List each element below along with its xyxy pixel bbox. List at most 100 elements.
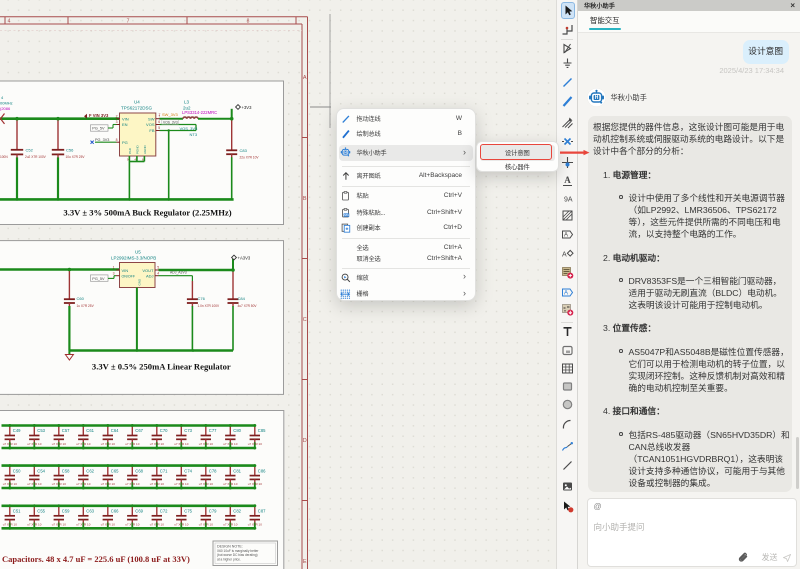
svg-text:at a higher price.: at a higher price.	[217, 557, 241, 561]
svg-text:C74: C74	[184, 468, 192, 473]
svg-text:u7 X7R 10: u7 X7R 10	[199, 482, 214, 486]
svg-text:u7 X7R 10: u7 X7R 10	[199, 442, 214, 446]
svg-text:C84: C84	[238, 296, 246, 301]
svg-text:U4: U4	[134, 100, 140, 105]
svg-text:C50: C50	[13, 468, 21, 473]
svg-text:u7 X7R 10: u7 X7R 10	[101, 523, 116, 527]
svg-text:E: E	[303, 559, 307, 565]
svg-text:C62: C62	[86, 468, 94, 473]
svg-text:u7 X7R 10: u7 X7R 10	[76, 482, 91, 486]
svg-text:1.0n X7R 100V: 1.0n X7R 100V	[198, 304, 220, 308]
svg-text:A: A	[303, 75, 307, 81]
svg-text:6: 6	[158, 120, 160, 124]
svg-text:u7 X7R 10: u7 X7R 10	[101, 442, 116, 446]
svg-text:u7 X7R 10: u7 X7R 10	[223, 523, 238, 527]
svg-text:VOUT: VOUT	[142, 268, 154, 273]
svg-text:C67: C67	[135, 428, 143, 433]
svg-text:u7 X7R 10: u7 X7R 10	[174, 442, 189, 446]
svg-text:EN: EN	[122, 122, 128, 127]
svg-text:C81: C81	[233, 468, 241, 473]
svg-text:GND: GND	[138, 278, 142, 286]
svg-text:3: 3	[116, 120, 118, 124]
svg-text:AGND: AGND	[143, 144, 147, 154]
svg-text:C76: C76	[198, 296, 206, 301]
svg-text:NT3: NT3	[190, 132, 198, 137]
svg-text:u7 X7R 10: u7 X7R 10	[223, 482, 238, 486]
svg-text:SW_3V3: SW_3V3	[162, 112, 179, 117]
svg-text:VIN: VIN	[122, 116, 129, 121]
svg-text:u7 X7R 10: u7 X7R 10	[52, 442, 67, 446]
svg-text:C61: C61	[86, 428, 94, 433]
svg-text:A: A	[564, 175, 571, 185]
svg-text:C79: C79	[209, 509, 217, 514]
svg-text:A: A	[564, 290, 568, 296]
svg-text:C66: C66	[111, 509, 119, 514]
svg-text:D: D	[303, 438, 307, 444]
svg-text:A: A	[564, 233, 568, 239]
svg-text:VOS_3V3: VOS_3V3	[163, 120, 178, 124]
svg-text:C57: C57	[62, 428, 70, 433]
svg-text:8: 8	[116, 138, 118, 142]
svg-text:u7 X7R 10: u7 X7R 10	[76, 442, 91, 446]
svg-text:TPS62172DSG: TPS62172DSG	[121, 106, 153, 111]
svg-text:1u X7R 25V: 1u X7R 25V	[77, 304, 95, 308]
svg-text:B: B	[303, 196, 307, 202]
svg-text:u7 X7R 10: u7 X7R 10	[174, 482, 189, 486]
svg-text:Capacitors. 48 x 4.7 uF = 225.: Capacitors. 48 x 4.7 uF = 225.6 uF (100.…	[2, 554, 190, 564]
svg-text:3: 3	[113, 271, 115, 275]
svg-text:PAD: PAD	[128, 147, 132, 154]
svg-text:2u2 X7R 100V: 2u2 X7R 100V	[25, 155, 47, 159]
svg-text:+A3V3: +A3V3	[238, 256, 251, 261]
svg-text:C77: C77	[209, 428, 217, 433]
svg-text:C63: C63	[86, 509, 94, 514]
svg-text:C80: C80	[233, 428, 241, 433]
svg-text:LPS3314-222MRC: LPS3314-222MRC	[182, 110, 217, 115]
svg-text:PG: PG	[122, 140, 128, 145]
svg-text:7: 7	[127, 19, 130, 25]
svg-text:+3V3: +3V3	[242, 105, 253, 110]
svg-text:C71: C71	[160, 468, 168, 473]
svg-text:F VIN 3V3: F VIN 3V3	[89, 113, 109, 118]
svg-text:C52: C52	[26, 148, 34, 153]
svg-text:A: A	[562, 252, 567, 259]
svg-text:C72: C72	[160, 509, 168, 514]
svg-text:4: 4	[157, 271, 159, 275]
svg-text:C56: C56	[66, 148, 74, 153]
svg-text:ADJ: ADJ	[146, 274, 154, 279]
svg-text:u7 X7R 10: u7 X7R 10	[150, 482, 165, 486]
svg-text:2: 2	[116, 114, 118, 118]
svg-text:(2086: (2086	[0, 106, 11, 111]
svg-text:C55: C55	[37, 509, 45, 514]
svg-text:C60: C60	[77, 296, 85, 301]
svg-text:u7 X7R 10: u7 X7R 10	[125, 523, 140, 527]
svg-text:C82: C82	[233, 509, 241, 514]
svg-text:DESIGN NOTE:: DESIGN NOTE:	[217, 545, 243, 549]
svg-text:1: 1	[113, 266, 115, 270]
svg-text:H: H	[594, 95, 598, 101]
svg-text:5: 5	[158, 126, 160, 130]
svg-text:u7 X7R 10: u7 X7R 10	[52, 523, 67, 527]
svg-text:C: C	[303, 317, 307, 323]
svg-text:u7 X7R 10: u7 X7R 10	[27, 523, 42, 527]
svg-text:u7 X7R 10: u7 X7R 10	[150, 442, 165, 446]
svg-text:C64: C64	[111, 428, 119, 433]
svg-text:u7 X7R 10: u7 X7R 10	[248, 523, 263, 527]
svg-text:PG_5V: PG_5V	[92, 127, 105, 131]
svg-text:4: 4	[8, 19, 11, 25]
svg-text:ABN: ABN	[343, 212, 349, 216]
svg-text:C68: C68	[135, 468, 143, 473]
svg-text:VOS_3V3: VOS_3V3	[180, 126, 199, 131]
svg-text:9A: 9A	[564, 196, 573, 203]
svg-text:PG_5V: PG_5V	[92, 277, 105, 281]
svg-text:C86: C86	[258, 468, 266, 473]
svg-text:22u X7R 10V: 22u X7R 10V	[240, 155, 260, 159]
svg-text:VOS: VOS	[146, 122, 155, 127]
svg-text:u7 X7R 10: u7 X7R 10	[3, 523, 18, 527]
svg-text:C59: C59	[62, 509, 70, 514]
svg-text:VIN: VIN	[122, 268, 129, 273]
svg-text:u7 X7R 10: u7 X7R 10	[248, 482, 263, 486]
svg-text:10u X7R 25V: 10u X7R 25V	[66, 155, 86, 159]
svg-text:u7 X7R 10: u7 X7R 10	[27, 442, 42, 446]
svg-text:C83: C83	[240, 148, 248, 153]
svg-text:u7 X7R 10: u7 X7R 10	[199, 523, 214, 527]
